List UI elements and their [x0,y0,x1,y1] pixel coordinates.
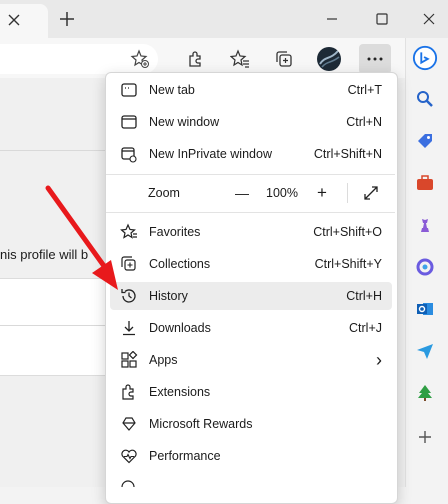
zoom-label: Zoom [148,186,180,200]
browser-tab[interactable] [0,4,48,38]
downloads-icon [119,318,139,338]
close-icon [423,13,435,25]
divider [0,150,110,151]
plus-icon [419,431,431,443]
sidebar-tree-button[interactable] [412,380,438,406]
tree-icon [418,385,432,401]
menu-separator [106,212,395,213]
menu-item-downloads[interactable]: Downloads Ctrl+J [110,314,392,342]
sidebar-copilot-button[interactable] [412,254,438,280]
plus-icon [60,12,74,26]
bing-icon [412,45,438,71]
toolbox-icon [417,175,433,190]
favorites-toolbar-button[interactable] [224,44,256,74]
sidebar-outlook-button[interactable] [412,296,438,322]
new-tab-button[interactable] [52,7,82,31]
extensions-toolbar-button[interactable] [180,44,212,74]
zoom-out-button[interactable]: — [227,185,257,201]
menu-item-new-window[interactable]: New window Ctrl+N [110,108,392,136]
add-favorite-icon[interactable] [130,49,150,69]
partial-menu-item-icon [119,478,137,487]
fullscreen-button[interactable] [358,185,384,201]
menu-item-performance[interactable]: Performance [110,442,392,470]
sidebar-send-button[interactable] [412,338,438,364]
chevron-right-icon: › [376,349,382,370]
sidebar-games-button[interactable] [412,212,438,238]
profile-button[interactable] [313,44,345,74]
collections-toolbar-button[interactable] [268,44,300,74]
new-window-icon [119,112,139,132]
search-icon [417,91,433,107]
close-window-button[interactable] [414,7,444,31]
favorites-list-icon [230,49,249,68]
settings-and-more-button[interactable] [359,44,391,74]
menu-item-new-inprivate-window[interactable]: New InPrivate window Ctrl+Shift+N [110,140,392,168]
close-tab-icon[interactable] [4,10,24,30]
favorites-icon [119,222,139,242]
copilot-icon [416,258,434,276]
sidebar-tools-button[interactable] [412,170,438,196]
avatar [317,47,341,71]
menu-item-extensions[interactable]: Extensions [110,378,392,406]
sidebar-shopping-button[interactable] [412,128,438,154]
inprivate-icon [119,144,139,164]
bing-chat-button[interactable] [412,45,438,71]
profile-text: nis profile will b [0,247,89,262]
performance-icon [119,446,139,466]
maximize-icon [376,13,388,25]
collections-icon [119,254,139,274]
sidebar-add-button[interactable] [412,424,438,450]
more-dots-icon [367,57,383,61]
chess-piece-icon [421,219,429,232]
menu-item-microsoft-rewards[interactable]: Microsoft Rewards [110,410,392,438]
minimize-button[interactable] [317,7,347,31]
menu-item-history[interactable]: History Ctrl+H [110,282,392,310]
fullscreen-icon [364,186,378,200]
menu-item-new-tab[interactable]: New tab Ctrl+T [110,76,392,104]
new-tab-icon [119,80,139,100]
zoom-row: Zoom — 100% + [110,178,392,208]
zoom-value: 100% [266,186,298,200]
menu-item-favorites[interactable]: Favorites Ctrl+Shift+O [110,218,392,246]
menu-item-apps[interactable]: Apps › [110,346,392,374]
outlook-icon [417,303,433,315]
history-icon [119,286,139,306]
page-card [0,278,110,376]
send-icon [417,344,433,359]
extensions-icon [119,382,139,402]
address-bar[interactable] [0,44,158,74]
menu-separator [106,174,395,175]
divider [0,325,110,326]
tag-icon [418,134,432,148]
zoom-in-button[interactable]: + [307,183,337,203]
menu-item-collections[interactable]: Collections Ctrl+Shift+Y [110,250,392,278]
minimize-icon [327,18,337,20]
apps-icon [119,350,139,370]
maximize-button[interactable] [367,7,397,31]
collections-icon [276,51,292,67]
sidebar-search-button[interactable] [412,86,438,112]
rewards-icon [119,414,139,434]
puzzle-icon [189,51,201,67]
zoom-divider [347,183,348,203]
